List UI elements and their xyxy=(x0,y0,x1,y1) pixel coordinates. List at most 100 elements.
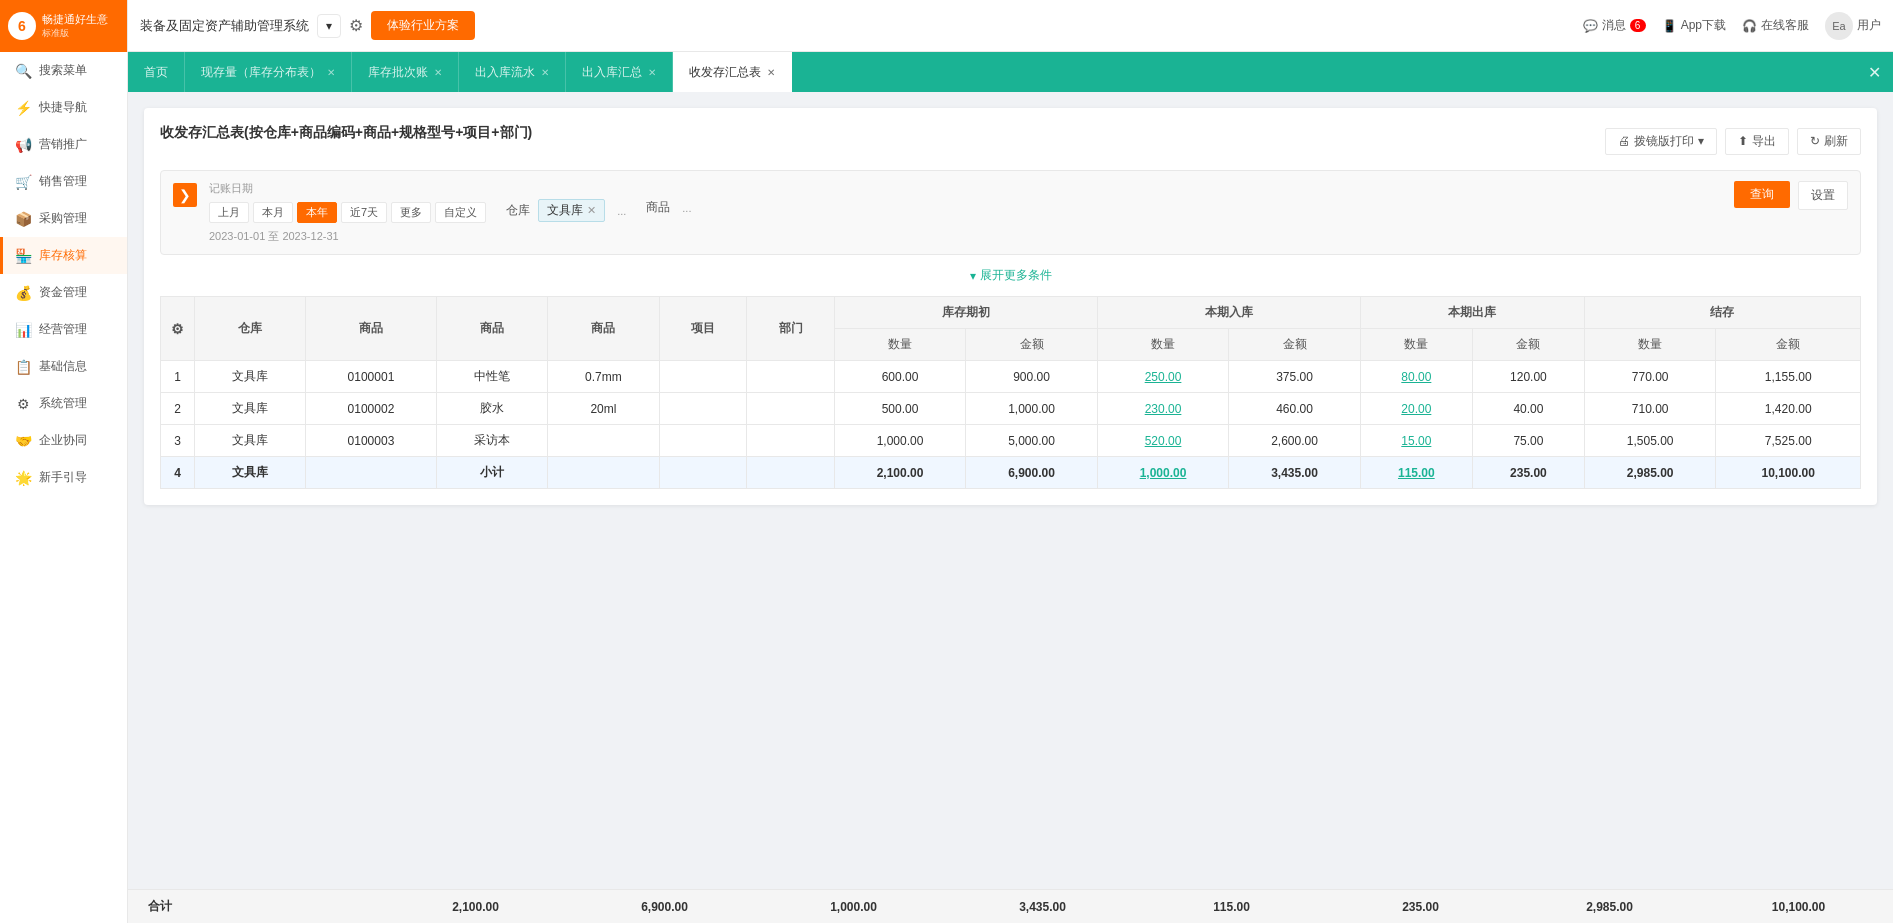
footer-close-qty-val: 2,985.00 xyxy=(1515,900,1704,914)
cell-out-qty-3[interactable]: 115.00 xyxy=(1360,457,1472,489)
goods-filter-group: 商品 ... xyxy=(646,181,691,216)
cell-out-qty-1[interactable]: 20.00 xyxy=(1360,393,1472,425)
th-period-out: 本期出库 xyxy=(1360,297,1584,329)
cell-out-qty-2[interactable]: 15.00 xyxy=(1360,425,1472,457)
sidebar-item-inventory[interactable]: 🏪 库存核算 xyxy=(0,237,127,274)
cell-open-amt-3: 6,900.00 xyxy=(966,457,1098,489)
cell-in-qty-3[interactable]: 1,000.00 xyxy=(1097,457,1229,489)
table-settings-th[interactable]: ⚙ xyxy=(161,297,195,361)
print-btn[interactable]: 🖨 拨镜版打印 ▾ xyxy=(1605,128,1717,155)
cell-close-qty-2: 1,505.00 xyxy=(1584,425,1716,457)
message-action[interactable]: 💬 消息 6 xyxy=(1583,17,1646,34)
tab-recv-send-summary[interactable]: 收发存汇总表 ✕ xyxy=(673,52,792,92)
sidebar-item-marketing[interactable]: 📢 营销推广 xyxy=(0,126,127,163)
th-in-qty: 数量 xyxy=(1097,329,1229,361)
app-download-action[interactable]: 📱 App下载 xyxy=(1662,17,1726,34)
avatar: Ea xyxy=(1825,12,1853,40)
sidebar-item-basic-info[interactable]: 📋 基础信息 xyxy=(0,348,127,385)
cell-spec-0: 0.7mm xyxy=(547,361,659,393)
sidebar-item-purchase[interactable]: 📦 采购管理 xyxy=(0,200,127,237)
sidebar-item-finance[interactable]: 💰 资金管理 xyxy=(0,274,127,311)
user-action[interactable]: Ea 用户 xyxy=(1825,12,1881,40)
cell-out-amt-1: 40.00 xyxy=(1472,393,1584,425)
warehouse-filter-group: 仓库 文具库 ✕ ... xyxy=(506,181,626,222)
tab-inventory-dist[interactable]: 现存量（库存分布表）✕ xyxy=(185,52,352,92)
data-table: ⚙ 仓库 商品 商品 商品 项目 部门 库存期初 本期入库 本期出库 结存 数量… xyxy=(160,296,1861,489)
warehouse-tag-close[interactable]: ✕ xyxy=(587,204,596,217)
filter-groups: 记账日期 上月 本月 本年 近7天 更多 自定义 2023-01-01 至 20… xyxy=(209,181,1722,244)
cell-dept-1 xyxy=(747,393,834,425)
settings-icon-btn[interactable]: ⚙ xyxy=(349,16,363,35)
date-btn-prev-month[interactable]: 上月 xyxy=(209,202,249,223)
sidebar-item-system[interactable]: ⚙ 系统管理 xyxy=(0,385,127,422)
sidebar-logo: 6 畅捷通好生意 标准版 xyxy=(0,0,127,52)
tab-close-inout-summary[interactable]: ✕ xyxy=(648,67,656,78)
cell-out-qty-0[interactable]: 80.00 xyxy=(1360,361,1472,393)
query-btn[interactable]: 查询 xyxy=(1734,181,1790,208)
online-service-action[interactable]: 🎧 在线客服 xyxy=(1742,17,1809,34)
filter-toggle-btn[interactable]: ❯ xyxy=(173,183,197,207)
cell-name-0: 中性笔 xyxy=(437,361,548,393)
tab-home[interactable]: 首页 xyxy=(128,52,185,92)
date-btn-custom[interactable]: 自定义 xyxy=(435,202,486,223)
operations-label: 经营管理 xyxy=(39,321,87,338)
sidebar-item-cooperation[interactable]: 🤝 企业协同 xyxy=(0,422,127,459)
guide-label: 新手引导 xyxy=(39,469,87,486)
tab-close-batch[interactable]: ✕ xyxy=(434,67,442,78)
footer-in-qty-val: 1,000.00 xyxy=(759,900,948,914)
tab-batch[interactable]: 库存批次账✕ xyxy=(352,52,459,92)
cell-code-2: 0100003 xyxy=(305,425,437,457)
cell-spec-2 xyxy=(547,425,659,457)
system-dropdown[interactable]: ▾ xyxy=(317,14,341,38)
sidebar-item-quick-nav[interactable]: ⚡ 快捷导航 xyxy=(0,89,127,126)
date-btn-this-year[interactable]: 本年 xyxy=(297,202,337,223)
cell-in-qty-1[interactable]: 230.00 xyxy=(1097,393,1229,425)
warehouse-more[interactable]: ... xyxy=(617,205,626,217)
experience-btn[interactable]: 体验行业方案 xyxy=(371,11,475,40)
sidebar-item-sales[interactable]: 🛒 销售管理 xyxy=(0,163,127,200)
tab-label-inout-summary: 出入库汇总 xyxy=(582,64,642,81)
window-close-btn[interactable]: ✕ xyxy=(1856,52,1893,92)
th-close-amt: 金额 xyxy=(1716,329,1861,361)
date-filter-group: 记账日期 上月 本月 本年 近7天 更多 自定义 2023-01-01 至 20… xyxy=(209,181,486,244)
guide-icon: 🌟 xyxy=(15,470,31,486)
topbar: 装备及固定资产辅助管理系统 ▾ ⚙ 体验行业方案 💬 消息 6 📱 App下载 … xyxy=(128,0,1893,52)
export-btn[interactable]: ⬆ 导出 xyxy=(1725,128,1789,155)
tab-inout-flow[interactable]: 出入库流水✕ xyxy=(459,52,566,92)
tab-inout-summary[interactable]: 出入库汇总 ✕ xyxy=(566,52,673,92)
goods-more[interactable]: ... xyxy=(682,202,691,214)
refresh-btn[interactable]: ↻ 刷新 xyxy=(1797,128,1861,155)
filter-settings-btn[interactable]: 设置 xyxy=(1798,181,1848,210)
footer-out-amt-val: 235.00 xyxy=(1326,900,1515,914)
cell-name-2: 采访本 xyxy=(437,425,548,457)
date-btn-more[interactable]: 更多 xyxy=(391,202,431,223)
th-closing-stock: 结存 xyxy=(1584,297,1860,329)
tab-close-inventory-dist[interactable]: ✕ xyxy=(327,67,335,78)
cell-seq-2: 3 xyxy=(161,425,195,457)
tab-close-inout-flow[interactable]: ✕ xyxy=(541,67,549,78)
cell-open-qty-1: 500.00 xyxy=(834,393,966,425)
basic-info-label: 基础信息 xyxy=(39,358,87,375)
tab-close-recv-send-summary[interactable]: ✕ xyxy=(767,67,775,78)
tab-label-recv-send-summary: 收发存汇总表 xyxy=(689,64,761,81)
cell-out-amt-0: 120.00 xyxy=(1472,361,1584,393)
cell-in-qty-2[interactable]: 520.00 xyxy=(1097,425,1229,457)
cell-close-qty-3: 2,985.00 xyxy=(1584,457,1716,489)
cell-spec-1: 20ml xyxy=(547,393,659,425)
th-open-qty: 数量 xyxy=(834,329,966,361)
expand-more-btn[interactable]: ▾ 展开更多条件 xyxy=(970,267,1052,284)
date-btn-7days[interactable]: 近7天 xyxy=(341,202,387,223)
cell-seq-3: 4 xyxy=(161,457,195,489)
settings-icon: ⚙ xyxy=(171,321,184,337)
cell-in-qty-0[interactable]: 250.00 xyxy=(1097,361,1229,393)
marketing-label: 营销推广 xyxy=(39,136,87,153)
sidebar-item-guide[interactable]: 🌟 新手引导 xyxy=(0,459,127,496)
cell-open-qty-3: 2,100.00 xyxy=(834,457,966,489)
footer-total: 合计 2,100.00 6,900.00 1,000.00 3,435.00 1… xyxy=(128,889,1893,923)
footer-label: 合计 xyxy=(128,898,192,915)
sidebar-item-search[interactable]: 🔍 搜索菜单 xyxy=(0,52,127,89)
footer-in-amt-val: 3,435.00 xyxy=(948,900,1137,914)
sidebar-item-operations[interactable]: 📊 经营管理 xyxy=(0,311,127,348)
date-btn-this-month[interactable]: 本月 xyxy=(253,202,293,223)
th-goods-name: 商品 xyxy=(437,297,548,361)
